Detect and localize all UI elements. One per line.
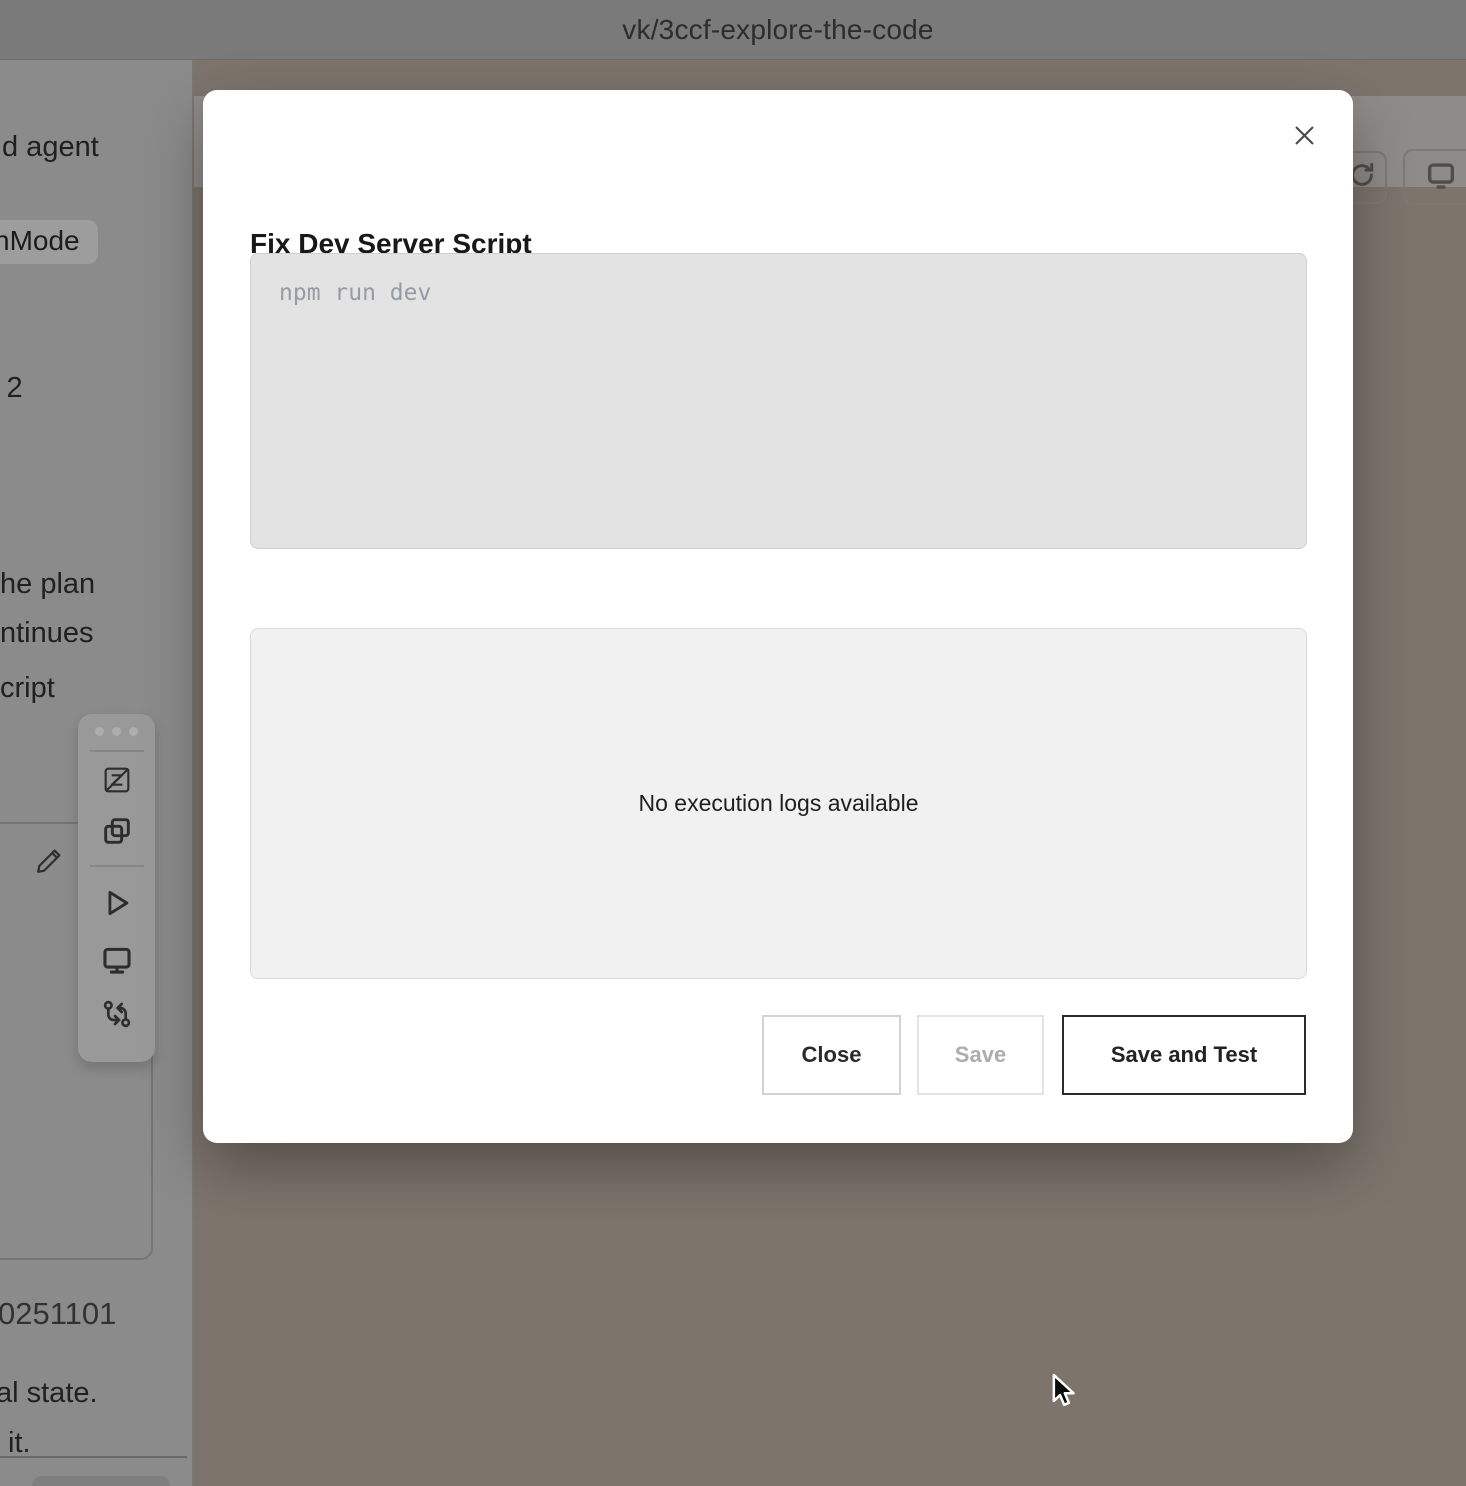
save-and-test-button[interactable]: Save and Test [1062, 1015, 1306, 1095]
close-button[interactable]: Close [762, 1015, 901, 1095]
close-dialog-button[interactable] [1279, 112, 1329, 162]
fix-dev-server-dialog: Fix Dev Server Script Script (edit) Last… [203, 90, 1353, 1143]
x-icon [1291, 122, 1318, 152]
script-input[interactable] [250, 253, 1307, 549]
execution-logs-panel: No execution logs available [250, 628, 1307, 979]
save-button[interactable]: Save [917, 1015, 1044, 1095]
logs-empty-message: No execution logs available [638, 790, 919, 816]
